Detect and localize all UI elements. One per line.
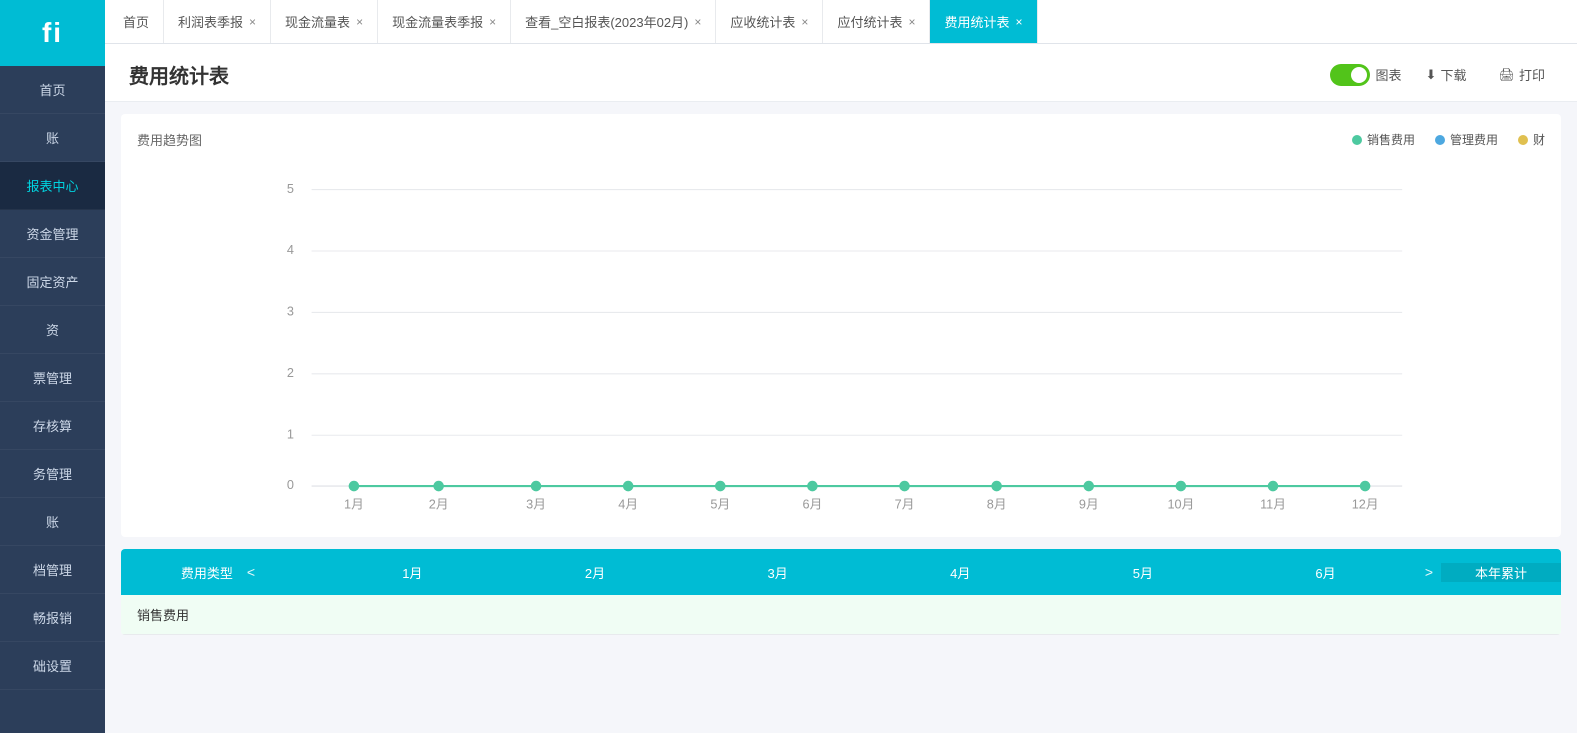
download-icon: ⬇ [1426, 67, 1437, 83]
print-icon: 🖨 [1498, 67, 1515, 83]
th-type: 费用类型 < [121, 562, 321, 582]
svg-text:0: 0 [287, 478, 294, 492]
tab-close-blank-report[interactable]: × [694, 15, 701, 29]
svg-text:9月: 9月 [1079, 497, 1099, 511]
th-month-1: 1月 [321, 563, 504, 582]
nav-next-button[interactable]: > [1417, 564, 1441, 580]
svg-text:7月: 7月 [895, 497, 915, 511]
svg-text:1: 1 [287, 427, 294, 441]
sidebar-item-reports[interactable]: 报表中心 [0, 162, 105, 210]
legend-finance: 财 [1518, 131, 1545, 148]
svg-text:4: 4 [287, 243, 294, 257]
toggle-wrap: 图表 [1330, 64, 1402, 86]
th-month-6: 6月 [1234, 563, 1417, 582]
page-title: 费用统计表 [129, 60, 229, 89]
svg-text:3月: 3月 [526, 497, 546, 511]
sidebar-item-inventory[interactable]: 存核算 [0, 402, 105, 450]
chart-legend: 销售费用 管理费用 财 [1352, 131, 1545, 148]
th-year-total: 本年累计 [1441, 563, 1561, 582]
sidebar-item-resource[interactable]: 资 [0, 306, 105, 354]
chart-section: 费用趋势图 销售费用 管理费用 财 [121, 114, 1561, 537]
legend-label-finance: 财 [1533, 131, 1545, 148]
chart-area: 5 4 3 2 1 0 [137, 161, 1545, 521]
sidebar-item-expense[interactable]: 畅报销 [0, 594, 105, 642]
svg-text:6月: 6月 [803, 497, 823, 511]
tab-close-expense-stats[interactable]: × [1015, 15, 1022, 29]
svg-text:10月: 10月 [1167, 497, 1194, 511]
svg-text:3: 3 [287, 305, 294, 319]
svg-text:2月: 2月 [429, 497, 449, 511]
svg-text:4月: 4月 [618, 497, 638, 511]
tab-close-payable[interactable]: × [908, 15, 915, 29]
toggle-label: 图表 [1376, 65, 1402, 84]
tab-close-receivable[interactable]: × [801, 15, 808, 29]
svg-text:11月: 11月 [1260, 497, 1286, 511]
sidebar-item-ledger[interactable]: 账 [0, 498, 105, 546]
th-type-label: 费用类型 [181, 563, 233, 582]
sidebar-item-affairs[interactable]: 务管理 [0, 450, 105, 498]
download-button[interactable]: ⬇ 下载 [1418, 61, 1475, 88]
sidebar-item-archive[interactable]: 档管理 [0, 546, 105, 594]
chart-header: 费用趋势图 销售费用 管理费用 财 [137, 130, 1545, 149]
svg-text:12月: 12月 [1352, 497, 1379, 511]
th-month-5: 5月 [1052, 563, 1235, 582]
tab-payable[interactable]: 应付统计表 × [823, 0, 930, 44]
sidebar-item-invoice[interactable]: 票管理 [0, 354, 105, 402]
th-month-3: 3月 [686, 563, 869, 582]
legend-label-sales: 销售费用 [1367, 131, 1415, 148]
tab-close-cashflow[interactable]: × [356, 15, 363, 29]
table-row: 销售费用 [121, 595, 1561, 635]
tab-close-cashflow-quarterly[interactable]: × [489, 15, 496, 29]
legend-dot-admin [1435, 135, 1445, 145]
chart-toggle[interactable] [1330, 64, 1370, 86]
legend-label-admin: 管理费用 [1450, 131, 1498, 148]
tab-cashflow-quarterly[interactable]: 现金流量表季报 × [378, 0, 511, 44]
chart-title: 费用趋势图 [137, 130, 202, 149]
legend-dot-sales [1352, 135, 1362, 145]
tab-home[interactable]: 首页 [109, 0, 164, 44]
svg-text:5月: 5月 [710, 497, 730, 511]
table-header-row: 费用类型 < 1月 2月 3月 4月 5月 6月 > 本年累计 [121, 549, 1561, 595]
sidebar-item-home[interactable]: 首页 [0, 66, 105, 114]
page-header: 费用统计表 图表 ⬇ 下载 🖨 打印 [105, 44, 1577, 102]
svg-text:2: 2 [287, 366, 294, 380]
tab-expense-stats[interactable]: 费用统计表 × [930, 0, 1037, 44]
sidebar-item-funds[interactable]: 资金管理 [0, 210, 105, 258]
sidebar-logo: fi [0, 0, 105, 66]
nav-prev-button[interactable]: < [241, 562, 261, 582]
legend-dot-finance [1518, 135, 1528, 145]
tab-close-profit-quarterly[interactable]: × [249, 15, 256, 29]
svg-text:8月: 8月 [987, 497, 1007, 511]
svg-text:1月: 1月 [344, 497, 364, 511]
main-area: 首页 利润表季报 × 现金流量表 × 现金流量表季报 × 查看_空白报表(202… [105, 0, 1577, 733]
svg-text:5: 5 [287, 182, 294, 196]
sidebar-item-settings[interactable]: 础设置 [0, 642, 105, 690]
th-month-4: 4月 [869, 563, 1052, 582]
tab-bar: 首页 利润表季报 × 现金流量表 × 现金流量表季报 × 查看_空白报表(202… [105, 0, 1577, 44]
tab-receivable[interactable]: 应收统计表 × [716, 0, 823, 44]
tab-blank-report[interactable]: 查看_空白报表(2023年02月) × [511, 0, 716, 44]
sidebar: fi 首页 账 报表中心 资金管理 固定资产 资 票管理 存核算 务管理 账 档… [0, 0, 105, 733]
sidebar-item-assets[interactable]: 固定资产 [0, 258, 105, 306]
table-section: 费用类型 < 1月 2月 3月 4月 5月 6月 > 本年累计 销售费用 [121, 549, 1561, 635]
tab-cashflow[interactable]: 现金流量表 × [271, 0, 378, 44]
th-month-2: 2月 [504, 563, 687, 582]
legend-admin: 管理费用 [1435, 131, 1498, 148]
chart-svg: 5 4 3 2 1 0 [137, 161, 1545, 521]
legend-sales: 销售费用 [1352, 131, 1415, 148]
sidebar-item-account[interactable]: 账 [0, 114, 105, 162]
td-type: 销售费用 [121, 605, 321, 624]
header-actions: 图表 ⬇ 下载 🖨 打印 [1330, 61, 1553, 88]
print-button[interactable]: 🖨 打印 [1490, 61, 1553, 88]
page-content: 费用统计表 图表 ⬇ 下载 🖨 打印 费用趋势图 [105, 44, 1577, 733]
tab-profit-quarterly[interactable]: 利润表季报 × [164, 0, 271, 44]
